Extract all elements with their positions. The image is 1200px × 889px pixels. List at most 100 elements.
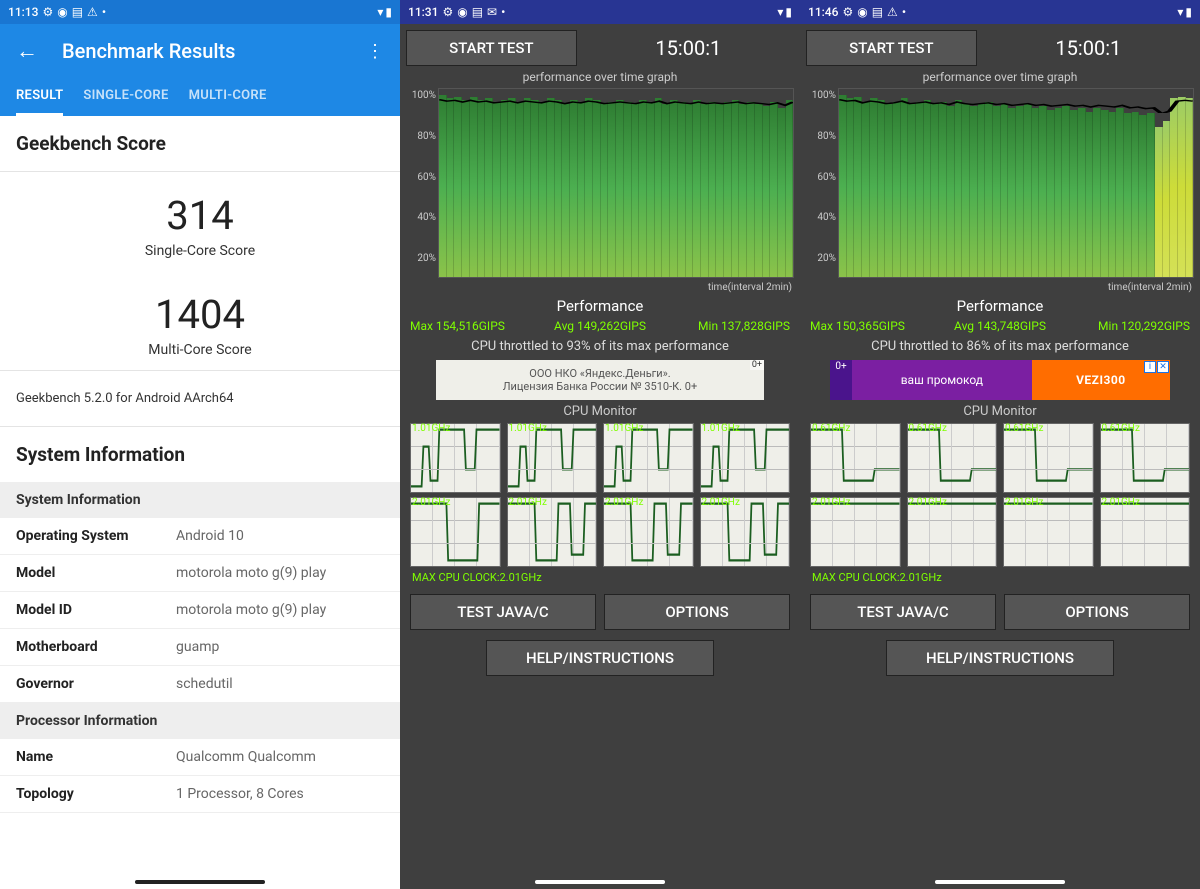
nav-pill[interactable] (135, 880, 265, 884)
info-key: Name (16, 749, 176, 765)
options-button[interactable]: OPTIONS (604, 594, 790, 630)
status-time: 11:31 (408, 5, 438, 19)
sysinfo-heading: System Information (0, 427, 400, 482)
doc-icon: ▤ (872, 5, 883, 19)
info-row: Governorschedutil (0, 666, 400, 703)
phone-throttle-1: 11:31 ⚙ ◉ ▤ ✉ • ▾ ▮ START TEST 15:00:1 p… (400, 0, 800, 889)
cpu-core-cell: 2.01GHz (810, 497, 901, 567)
sysinfo-subhead: System Information (0, 482, 400, 518)
cpu-core-ghz: 1.01GHz (412, 423, 450, 434)
camera-icon: ◉ (857, 5, 867, 19)
nav-pill[interactable] (935, 880, 1065, 884)
options-button[interactable]: OPTIONS (1004, 594, 1190, 630)
phone-throttle-2: 11:46 ⚙ ◉ ▤ ⚠ • ▾ ▮ START TEST 15:00:1 p… (800, 0, 1200, 889)
tab-multi-core[interactable]: MULTI-CORE (189, 78, 267, 116)
doc-icon: ▤ (472, 5, 483, 19)
nav-pill[interactable] (535, 880, 665, 884)
cpu-monitor-heading: CPU Monitor (806, 404, 1194, 419)
back-icon[interactable]: ← (16, 38, 38, 64)
performance-stats: Max 154,516GIPS Avg 149,262GIPS Min 137,… (406, 319, 794, 333)
cpu-core-cell: 1.01GHz (410, 423, 501, 493)
test-java-button[interactable]: TEST JAVA/C (810, 594, 996, 630)
ad-close-icon[interactable]: ✕ (1157, 361, 1169, 373)
cpu-monitor-heading: CPU Monitor (406, 404, 794, 419)
info-row: Modelmotorola moto g(9) play (0, 555, 400, 592)
start-test-button[interactable]: START TEST (806, 30, 977, 66)
cpu-core-cell: 2.01GHz (603, 497, 694, 567)
phone-geekbench: 11:13 ⚙ ◉ ▤ ⚠ • ▾ ▮ ← Benchmark Results … (0, 0, 400, 889)
cpu-core-ghz: 2.01GHz (1005, 497, 1043, 508)
camera-icon: ◉ (57, 5, 67, 19)
score-heading: Geekbench Score (0, 116, 400, 171)
battery-icon: ▮ (1185, 5, 1192, 19)
cpu-core-cell: 2.01GHz (410, 497, 501, 567)
cpu-core-cell: 2.01GHz (1100, 497, 1191, 567)
ad-banner[interactable]: 0+ ваш промокод VEZI300 i✕ (830, 360, 1170, 400)
cpu-core-ghz: 1.01GHz (605, 423, 643, 434)
wifi-icon: ▾ (1177, 5, 1183, 19)
cpu-core-ghz: 2.01GHz (509, 497, 547, 508)
more-icon[interactable]: ⋮ (366, 41, 384, 62)
info-row: Operating SystemAndroid 10 (0, 518, 400, 555)
tab-result[interactable]: RESULT (16, 78, 63, 116)
help-button[interactable]: HELP/INSTRUCTIONS (886, 640, 1114, 676)
info-val: Qualcomm Qualcomm (176, 749, 316, 765)
timer-readout: 15:00:1 (583, 36, 794, 60)
perf-avg: Avg 149,262GIPS (537, 319, 664, 333)
cpu-core-ghz: 2.01GHz (605, 497, 643, 508)
status-time: 11:13 (8, 5, 38, 19)
status-bar: 11:46 ⚙ ◉ ▤ ⚠ • ▾ ▮ (800, 0, 1200, 24)
info-key: Operating System (16, 528, 176, 544)
perf-chart: 100%80%60%40%20% (806, 88, 1194, 278)
info-val: motorola moto g(9) play (176, 565, 326, 581)
single-core-block: 314 Single-Core Score (0, 172, 400, 271)
perf-chart-title: performance over time graph (806, 70, 1194, 84)
cpu-core-ghz: 1.01GHz (702, 423, 740, 434)
results-scroll[interactable]: Geekbench Score 314 Single-Core Score 14… (0, 116, 400, 889)
mail-icon: ✉ (487, 5, 497, 19)
info-row: Topology1 Processor, 8 Cores (0, 776, 400, 813)
version-label: Geekbench 5.2.0 for Android AArch64 (0, 371, 400, 426)
cpu-core-ghz: 0.61GHz (812, 423, 850, 434)
status-time: 11:46 (808, 5, 838, 19)
app-header: ← Benchmark Results ⋮ (0, 24, 400, 78)
cpu-core-cell: 1.01GHz (603, 423, 694, 493)
wifi-icon: ▾ (777, 5, 783, 19)
ad-info-icon[interactable]: i (1144, 361, 1156, 373)
throttle-message: CPU throttled to 86% of its max performa… (806, 337, 1194, 356)
wifi-icon: ▾ (377, 5, 383, 19)
gear-icon: ⚙ (842, 5, 853, 19)
gear-icon: ⚙ (42, 5, 53, 19)
info-val: motorola moto g(9) play (176, 602, 326, 618)
ad-age-badge: 0+ (830, 360, 852, 400)
info-val: 1 Processor, 8 Cores (176, 786, 304, 802)
test-java-button[interactable]: TEST JAVA/C (410, 594, 596, 630)
timer-readout: 15:00:1 (983, 36, 1194, 60)
status-bar: 11:13 ⚙ ◉ ▤ ⚠ • ▾ ▮ (0, 0, 400, 24)
cpu-core-cell: 1.01GHz (507, 423, 598, 493)
cpu-core-cell: 1.01GHz (700, 423, 791, 493)
help-button[interactable]: HELP/INSTRUCTIONS (486, 640, 714, 676)
tab-single-core[interactable]: SINGLE-CORE (83, 78, 168, 116)
cpu-core-ghz: 2.01GHz (812, 497, 850, 508)
info-key: Governor (16, 676, 176, 692)
info-row: Motherboardguamp (0, 629, 400, 666)
cpu-core-cell: 0.61GHz (907, 423, 998, 493)
camera-icon: ◉ (457, 5, 467, 19)
cpu-core-cell: 2.01GHz (507, 497, 598, 567)
max-cpu-clock: MAX CPU CLOCK:2.01GHz (806, 571, 1194, 584)
warning-icon: ⚠ (87, 5, 98, 19)
ad-banner[interactable]: ООО НКО «Яндекс.Деньги». Лицензия Банка … (436, 360, 764, 400)
info-key: Motherboard (16, 639, 176, 655)
info-val: Android 10 (176, 528, 244, 544)
cpu-core-cell: 0.61GHz (810, 423, 901, 493)
performance-heading: Performance (406, 297, 794, 315)
throttle-message: CPU throttled to 93% of its max performa… (406, 337, 794, 356)
single-core-label: Single-Core Score (0, 243, 400, 259)
start-test-button[interactable]: START TEST (406, 30, 577, 66)
dot-icon: • (902, 5, 906, 19)
tab-bar: RESULT SINGLE-CORE MULTI-CORE (0, 78, 400, 116)
multi-core-block: 1404 Multi-Core Score (0, 271, 400, 370)
ad-text: ваш промокод (852, 360, 1032, 400)
cpu-core-ghz: 2.01GHz (909, 497, 947, 508)
